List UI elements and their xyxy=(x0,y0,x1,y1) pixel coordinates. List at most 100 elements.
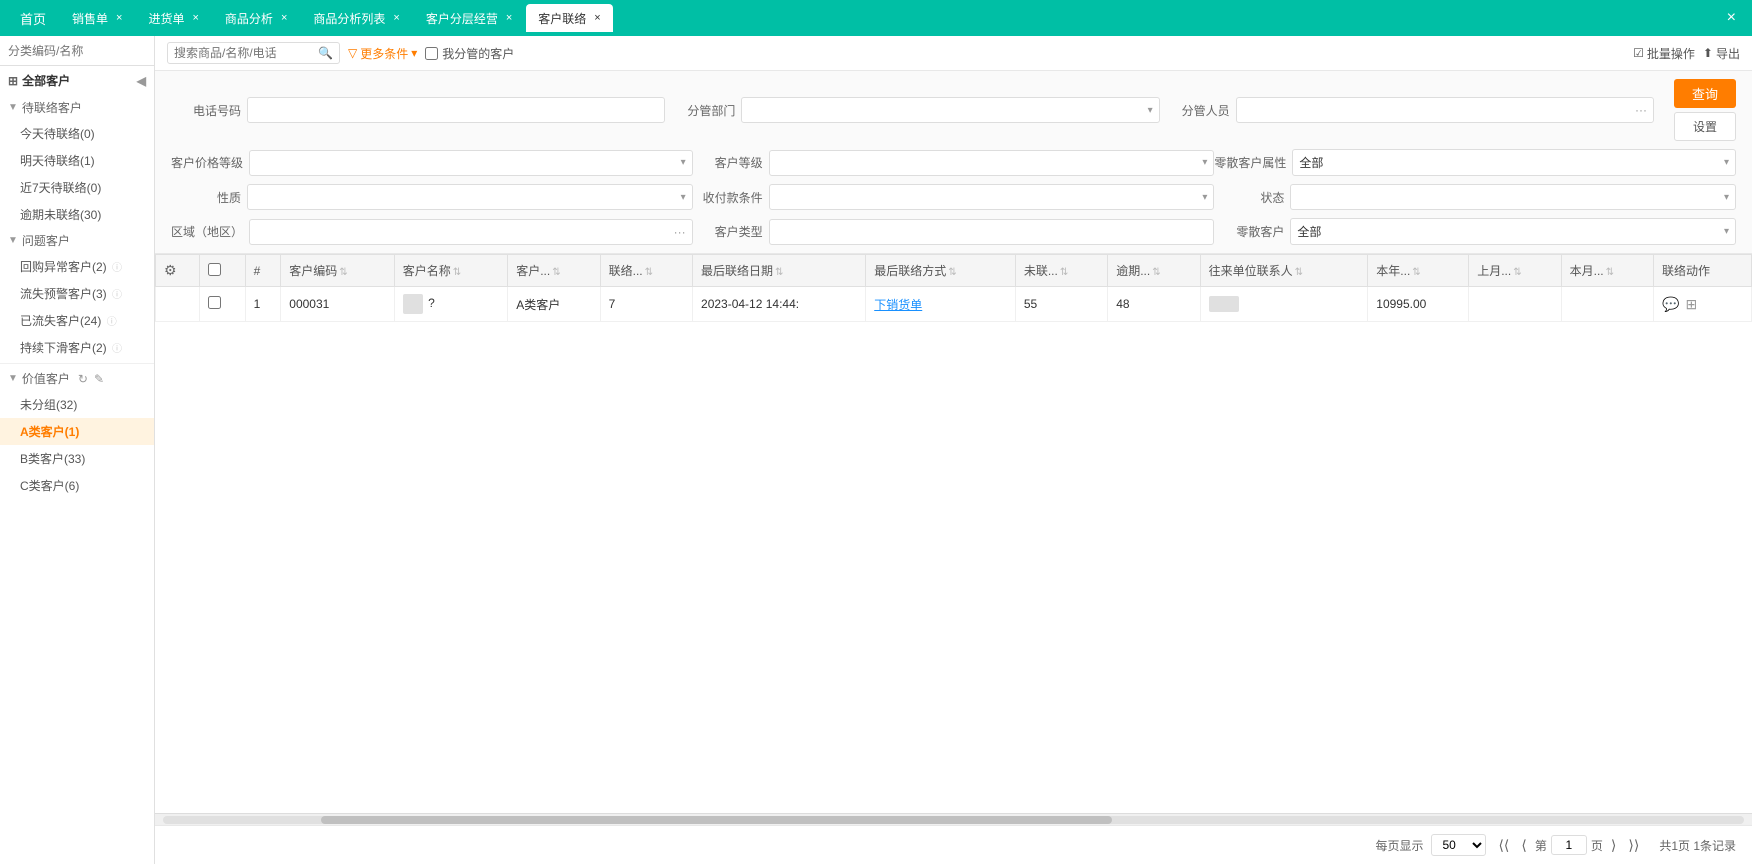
sidebar-item-churn-warning[interactable]: 流失预警客户(3) ⓘ xyxy=(0,280,154,307)
nav-tab-analysis-list[interactable]: 商品分析列表 × xyxy=(301,4,411,32)
close-analysis-tab-icon[interactable]: × xyxy=(281,12,287,24)
page-number-input[interactable] xyxy=(1551,835,1587,855)
row-checkbox[interactable] xyxy=(208,296,221,309)
cell-last-method[interactable]: 下销货单 xyxy=(866,287,1016,322)
sidebar-item-unclassified[interactable]: 未分组(32) xyxy=(0,391,154,418)
filter-retail-attr-select[interactable]: 全部 ▾ xyxy=(1292,149,1736,176)
col-type[interactable]: 客户...⇅ xyxy=(508,255,600,287)
filter-retail-select[interactable]: 全部 ▾ xyxy=(1290,218,1736,245)
main-search-icon[interactable]: 🔍 xyxy=(318,46,333,60)
close-analysis-list-tab-icon[interactable]: × xyxy=(393,12,399,24)
col-gear[interactable]: ⚙ xyxy=(156,255,200,287)
bulk-ops-button[interactable]: ☑ 批量操作 xyxy=(1633,45,1695,62)
sidebar-item-class-c[interactable]: C类客户(6) xyxy=(0,472,154,499)
sidebar-item-declining-customers[interactable]: 持续下滑客户(2) ⓘ xyxy=(0,334,154,361)
close-all-tabs-icon[interactable]: × xyxy=(1719,9,1744,27)
filter-region-input[interactable]: ··· xyxy=(249,219,693,245)
close-customer-segment-tab-icon[interactable]: × xyxy=(506,12,512,24)
scroll-track[interactable] xyxy=(163,816,1744,824)
next-page-button[interactable]: ⟩ xyxy=(1607,835,1620,856)
sort-last-date-icon[interactable]: ⇅ xyxy=(775,267,783,278)
sort-type-icon[interactable]: ⇅ xyxy=(552,267,560,278)
sidebar-item-class-a[interactable]: A类客户(1) xyxy=(0,418,154,445)
sort-name-icon[interactable]: ⇅ xyxy=(453,267,461,278)
info-icon-lost: ⓘ xyxy=(107,317,117,328)
col-overdue[interactable]: 逾期...⇅ xyxy=(1108,255,1200,287)
filter-person-field: 分管人员 ··· xyxy=(1160,97,1654,123)
filter-row-2: 客户价格等级 ▾ 客户等级 ▾ 零散客户属性 全部 xyxy=(171,149,1736,176)
filter-customer-grade-select[interactable]: ▾ xyxy=(769,150,1215,176)
col-not-contact[interactable]: 未联...⇅ xyxy=(1015,255,1107,287)
nav-tab-sales[interactable]: 销售单 × xyxy=(60,4,134,32)
sidebar-value-customers-group[interactable]: ▼ 价值客户 ↻ ✎ xyxy=(0,366,154,391)
my-customers-check[interactable] xyxy=(425,47,438,60)
refresh-value-icon[interactable]: ↻ xyxy=(78,372,88,386)
col-contact[interactable]: 联络...⇅ xyxy=(600,255,692,287)
sidebar-item-today[interactable]: 今天待联络(0) xyxy=(0,120,154,147)
sort-not-contact-icon[interactable]: ⇅ xyxy=(1060,267,1068,278)
filter-status-select[interactable]: ▾ xyxy=(1290,184,1736,210)
sidebar-pending-contact-group[interactable]: ▼ 待联络客户 xyxy=(0,95,154,120)
filter-person-input[interactable]: ··· xyxy=(1236,97,1654,123)
filter-nature-select[interactable]: ▾ xyxy=(247,184,693,210)
close-sales-tab-icon[interactable]: × xyxy=(116,12,122,24)
sidebar-item-tomorrow[interactable]: 明天待联络(1) xyxy=(0,147,154,174)
sort-this-year-icon[interactable]: ⇅ xyxy=(1412,267,1420,278)
sort-last-month-icon[interactable]: ⇅ xyxy=(1513,267,1521,278)
my-customers-checkbox[interactable]: 我分管的客户 xyxy=(425,45,514,62)
scroll-thumb[interactable] xyxy=(321,816,1112,824)
grid-action-icon[interactable]: ⊞ xyxy=(1685,296,1697,313)
export-button[interactable]: ⬆ 导出 xyxy=(1703,45,1740,62)
more-conditions-button[interactable]: ▽ 更多条件 ▾ xyxy=(348,45,417,62)
sidebar-all-customers-header[interactable]: ⊞ 全部客户 ◀ xyxy=(0,66,154,95)
first-page-button[interactable]: ⟨⟨ xyxy=(1494,835,1513,856)
sidebar-search-input[interactable] xyxy=(8,44,155,58)
filter-dept-select[interactable]: ▾ xyxy=(741,97,1159,123)
col-code[interactable]: 客户编码⇅ xyxy=(281,255,394,287)
sort-overdue-icon[interactable]: ⇅ xyxy=(1152,267,1160,278)
col-name[interactable]: 客户名称⇅ xyxy=(394,255,507,287)
sidebar-item-lost-customers[interactable]: 已流失客户(24) ⓘ xyxy=(0,307,154,334)
sort-contact-icon[interactable]: ⇅ xyxy=(645,267,653,278)
close-customer-contact-tab-icon[interactable]: × xyxy=(594,12,600,24)
sort-code-icon[interactable]: ⇅ xyxy=(339,267,347,278)
sidebar-item-7days[interactable]: 近7天待联络(0) xyxy=(0,174,154,201)
main-search-input[interactable] xyxy=(174,46,314,60)
sidebar-problem-customers-group[interactable]: ▼ 问题客户 xyxy=(0,228,154,253)
nav-tab-analysis[interactable]: 商品分析 × xyxy=(213,4,299,32)
filter-phone-input[interactable] xyxy=(247,97,665,123)
select-all-checkbox[interactable] xyxy=(208,263,221,276)
table-settings-gear-icon[interactable]: ⚙ xyxy=(164,262,177,278)
sort-this-month-icon[interactable]: ⇅ xyxy=(1606,267,1614,278)
nav-tab-purchase[interactable]: 进货单 × xyxy=(136,4,210,32)
sort-unit-contact-icon[interactable]: ⇅ xyxy=(1295,267,1303,278)
last-method-link[interactable]: 下销货单 xyxy=(874,298,922,312)
sidebar-item-class-b[interactable]: B类客户(33) xyxy=(0,445,154,472)
col-last-date[interactable]: 最后联络日期⇅ xyxy=(693,255,866,287)
sidebar-collapse-icon[interactable]: ◀ xyxy=(137,74,146,88)
settings-button[interactable]: 设置 xyxy=(1674,112,1736,141)
nav-tab-customer-segment[interactable]: 客户分层经营 × xyxy=(414,4,524,32)
col-this-month[interactable]: 本月...⇅ xyxy=(1561,255,1653,287)
horizontal-scrollbar[interactable] xyxy=(155,813,1752,825)
edit-value-icon[interactable]: ✎ xyxy=(94,372,104,386)
per-page-select[interactable]: 50 10 20 100 xyxy=(1431,834,1486,856)
prev-page-button[interactable]: ⟨ xyxy=(1517,835,1530,856)
filter-price-grade-select[interactable]: ▾ xyxy=(249,150,693,176)
col-last-method[interactable]: 最后联络方式⇅ xyxy=(866,255,1016,287)
col-unit-contact[interactable]: 往来单位联系人⇅ xyxy=(1200,255,1368,287)
filter-customer-type-input[interactable] xyxy=(769,219,1215,245)
filter-payment-select[interactable]: ▾ xyxy=(769,184,1215,210)
col-last-month[interactable]: 上月...⇅ xyxy=(1469,255,1561,287)
sidebar-item-repurchase-anomaly[interactable]: 回购异常客户(2) ⓘ xyxy=(0,253,154,280)
close-purchase-tab-icon[interactable]: × xyxy=(192,12,198,24)
sort-last-method-icon[interactable]: ⇅ xyxy=(948,267,956,278)
sidebar-item-overdue[interactable]: 逾期未联络(30) xyxy=(0,201,154,228)
chat-action-icon[interactable]: 💬 xyxy=(1662,296,1679,313)
nav-tab-customer-contact[interactable]: 客户联络 × xyxy=(526,4,612,32)
filter-status-field: 状态 ▾ xyxy=(1214,184,1736,210)
col-this-year[interactable]: 本年...⇅ xyxy=(1368,255,1469,287)
last-page-button[interactable]: ⟩⟩ xyxy=(1624,835,1643,856)
query-button[interactable]: 查询 xyxy=(1674,79,1736,108)
nav-home[interactable]: 首页 xyxy=(8,9,58,28)
